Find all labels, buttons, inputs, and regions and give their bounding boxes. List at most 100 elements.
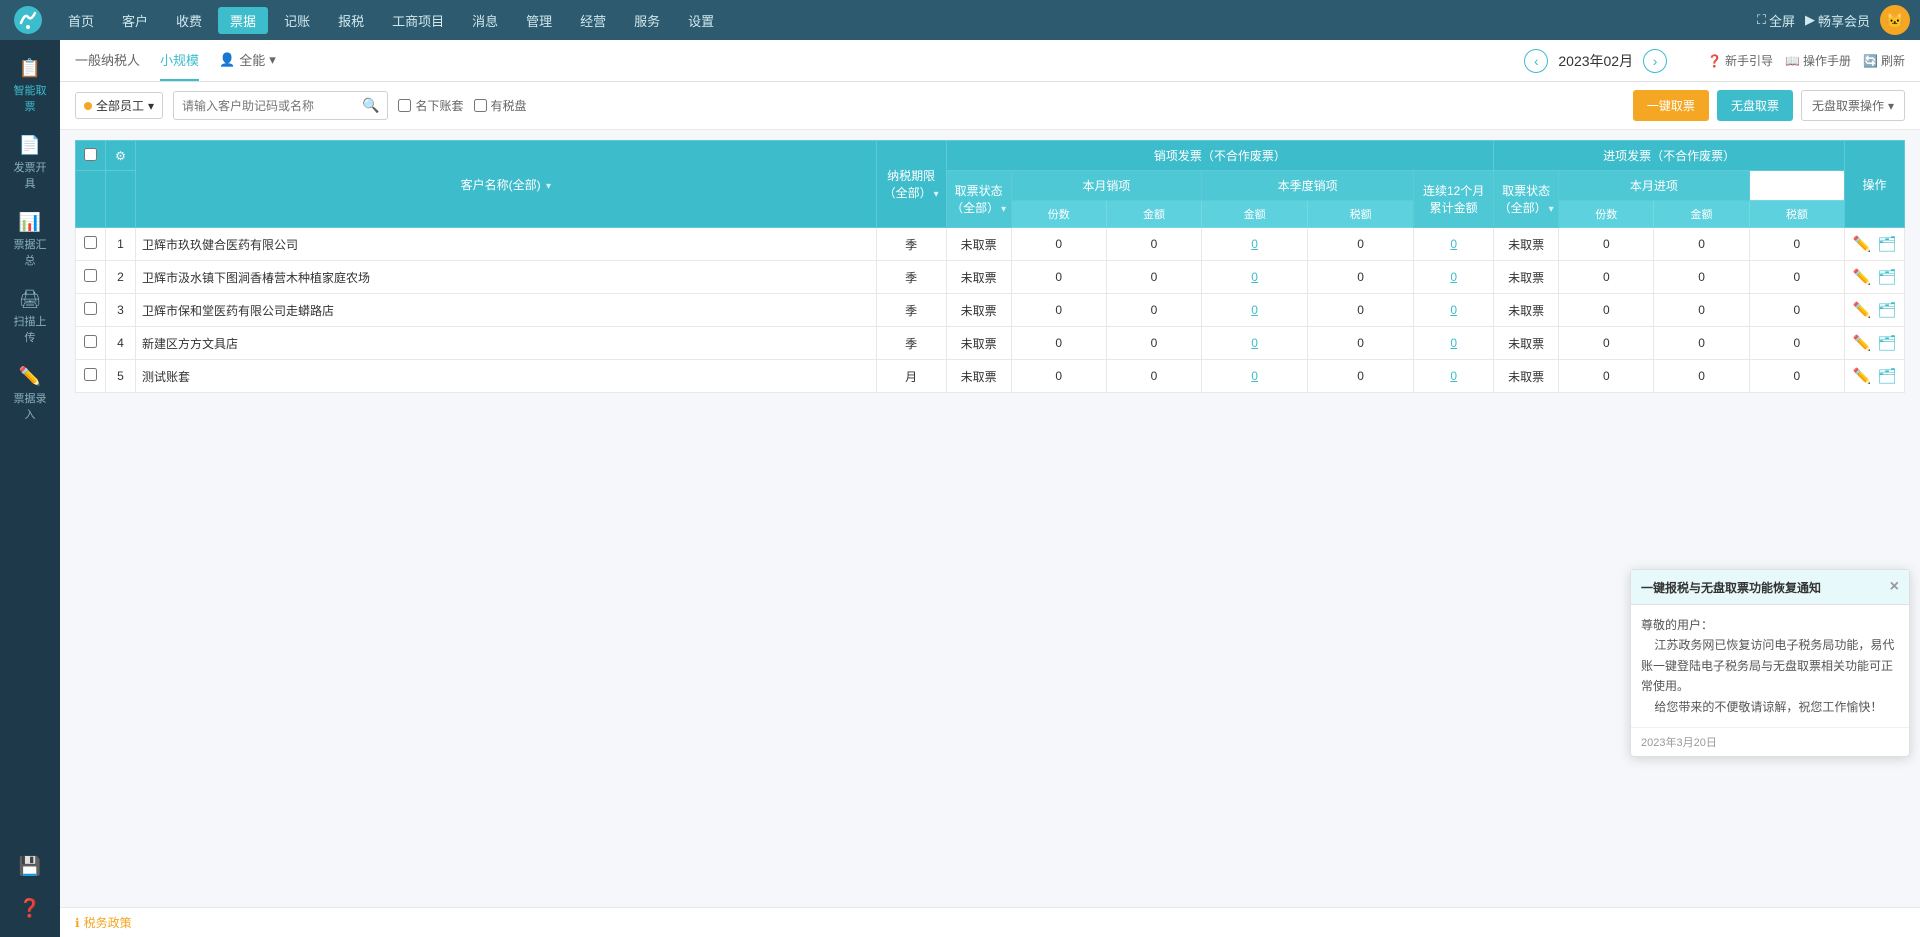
nav-tax[interactable]: 报税 (326, 7, 376, 34)
row-edit-icon[interactable]: ✏️ (1853, 334, 1872, 352)
sidebar-item-invoice-entry[interactable]: ✏️ 票据录入 (5, 358, 55, 430)
invoice-entry-icon: ✏️ (19, 366, 41, 387)
row-sales-12month: 0 (1414, 228, 1494, 261)
row-purchase-month-tax: 0 (1749, 261, 1844, 294)
table-row: 1 卫辉市玖玖健合医药有限公司 季 未取票 0 0 0 0 0 未取票 0 0 … (76, 228, 1905, 261)
select-all-checkbox[interactable] (84, 148, 97, 161)
sidebar-item-smart-invoice[interactable]: 📋 智能取票 (5, 50, 55, 122)
avatar[interactable]: 🐱 (1880, 5, 1910, 35)
row-purchase-month-amount: 0 (1654, 294, 1749, 327)
settings-icon[interactable]: ⚙ (115, 149, 126, 163)
nav-customer[interactable]: 客户 (110, 7, 160, 34)
period-prev-btn[interactable]: ‹ (1524, 49, 1548, 73)
sidebar: 📋 智能取票 📄 发票开具 📊 票据汇总 🖨 扫描上传 ✏️ 票据录入 💾 ❓ (0, 40, 60, 937)
nav-commerce[interactable]: 工商项目 (380, 7, 456, 34)
chevron-down-icon: ▾ (1888, 99, 1894, 113)
nav-home[interactable]: 首页 (56, 7, 106, 34)
search-input[interactable] (174, 94, 354, 118)
nav-billing[interactable]: 收费 (164, 7, 214, 34)
sidebar-help[interactable]: ❓ (5, 890, 55, 927)
tab-general-taxpayer[interactable]: 一般纳税人 (75, 40, 140, 81)
row-checkbox-cell[interactable] (76, 360, 106, 393)
row-view-icon[interactable]: 🗂 (1877, 334, 1896, 352)
sub-tabs-actions: ❓ 新手引导 📖 操作手册 🔄 刷新 (1707, 52, 1905, 69)
row-sales-status: 未取票 (946, 228, 1011, 261)
nav-invoice[interactable]: 票据 (218, 7, 268, 34)
row-sales-month-count: 0 (1011, 261, 1106, 294)
sidebar-item-issue-invoice[interactable]: 📄 发票开具 (5, 127, 55, 199)
new-guide-btn[interactable]: ❓ 新手引导 (1707, 52, 1773, 69)
row-purchase-status: 未取票 (1494, 228, 1559, 261)
nodisk-ticket-btn[interactable]: 无盘取票 (1717, 90, 1793, 121)
row-sales-quarter-amount: 0 (1202, 360, 1308, 393)
row-sales-quarter-amount: 0 (1202, 294, 1308, 327)
row-checkbox-cell[interactable] (76, 327, 106, 360)
employee-select[interactable]: 全部员工 ▾ (75, 92, 163, 119)
row-sales-quarter-tax: 0 (1308, 360, 1414, 393)
nav-items: 首页 客户 收费 票据 记账 报税 工商项目 消息 管理 经营 服务 设置 (56, 7, 1757, 34)
own-accounts-checkbox[interactable] (398, 99, 411, 112)
col-sales-month: 本月销项 (1011, 171, 1202, 201)
nav-management[interactable]: 管理 (514, 7, 564, 34)
period-next-btn[interactable]: › (1643, 49, 1667, 73)
row-customer-name: 卫辉市汲水镇下图涧香椿营木种植家庭农场 (136, 261, 877, 294)
row-actions: ✏️ 🗂 (1845, 261, 1905, 294)
row-edit-icon[interactable]: ✏️ (1853, 235, 1872, 253)
row-view-icon[interactable]: 🗂 (1877, 268, 1896, 286)
nodisk-ops-btn[interactable]: 无盘取票操作 ▾ (1801, 90, 1905, 121)
row-checkbox-cell[interactable] (76, 228, 106, 261)
row-checkbox-cell[interactable] (76, 261, 106, 294)
toolbar: 全部员工 ▾ 🔍 名下账套 有税盘 一键取票 无盘取票 无盘取票操作 ▾ (60, 82, 1920, 130)
tab-all[interactable]: 👤 全能 ▾ (219, 40, 276, 81)
invoice-summary-icon: 📊 (19, 212, 41, 233)
nav-operations[interactable]: 经营 (568, 7, 618, 34)
row-edit-icon[interactable]: ✏️ (1853, 367, 1872, 385)
sidebar-item-scan-upload[interactable]: 🖨 扫描上传 (5, 281, 55, 353)
row-edit-icon[interactable]: ✏️ (1853, 301, 1872, 319)
notif-close-btn[interactable]: × (1890, 578, 1899, 596)
nav-bookkeeping[interactable]: 记账 (272, 7, 322, 34)
manual-btn[interactable]: 📖 操作手册 (1785, 52, 1851, 69)
row-checkbox[interactable] (84, 302, 97, 315)
all-icon: 👤 (219, 52, 235, 68)
notif-date: 2023年3月20日 (1631, 727, 1909, 756)
search-button[interactable]: 🔍 (354, 92, 387, 119)
period-nav: ‹ 2023年02月 › (1524, 49, 1667, 73)
row-sales-quarter-tax: 0 (1308, 294, 1414, 327)
dot-icon (84, 102, 92, 110)
row-sales-quarter-amount: 0 (1202, 327, 1308, 360)
row-view-icon[interactable]: 🗂 (1877, 235, 1896, 253)
row-checkbox[interactable] (84, 368, 97, 381)
check-own-accounts[interactable]: 名下账套 (398, 97, 463, 114)
row-checkbox[interactable] (84, 335, 97, 348)
tab-small-scale[interactable]: 小规模 (160, 40, 199, 81)
sidebar-item-invoice-summary[interactable]: 📊 票据汇总 (5, 204, 55, 276)
notif-body: 尊敬的用户： 江苏政务网已恢复访问电子税务局功能，易代账一键登陆电子税务局与无盘… (1631, 605, 1909, 727)
row-purchase-status: 未取票 (1494, 294, 1559, 327)
nav-messages[interactable]: 消息 (460, 7, 510, 34)
row-checkbox-cell[interactable] (76, 294, 106, 327)
tax-policy-link[interactable]: ℹ 税务政策 (75, 914, 132, 931)
row-checkbox[interactable] (84, 269, 97, 282)
row-sales-12month: 0 (1414, 360, 1494, 393)
row-sales-status: 未取票 (946, 261, 1011, 294)
col-sales-quarter: 本季度销项 (1202, 171, 1414, 201)
check-has-taxdisk[interactable]: 有税盘 (474, 97, 527, 114)
row-purchase-month-amount: 0 (1654, 261, 1749, 294)
fullscreen-btn[interactable]: ⛶ 全屏 (1757, 11, 1795, 30)
vip-btn[interactable]: ▶ 畅享会员 (1805, 11, 1870, 30)
row-purchase-month-amount: 0 (1654, 228, 1749, 261)
row-view-icon[interactable]: 🗂 (1877, 301, 1896, 319)
row-sales-12month: 0 (1414, 261, 1494, 294)
row-edit-icon[interactable]: ✏️ (1853, 268, 1872, 286)
nav-service[interactable]: 服务 (622, 7, 672, 34)
sidebar-download[interactable]: 💾 (5, 848, 55, 885)
refresh-btn[interactable]: 🔄 刷新 (1863, 52, 1905, 69)
col-tax-period: 纳税期限（全部）▾ (876, 141, 946, 228)
nav-settings[interactable]: 设置 (676, 7, 726, 34)
row-checkbox[interactable] (84, 236, 97, 249)
invoice-table: ⚙ 客户名称(全部) ▾ 纳税期限（全部）▾ 销项发票（不合作废票） 进项发票（… (75, 140, 1905, 393)
onekey-ticket-btn[interactable]: 一键取票 (1633, 90, 1709, 121)
taxdisk-checkbox[interactable] (474, 99, 487, 112)
row-view-icon[interactable]: 🗂 (1877, 367, 1896, 385)
